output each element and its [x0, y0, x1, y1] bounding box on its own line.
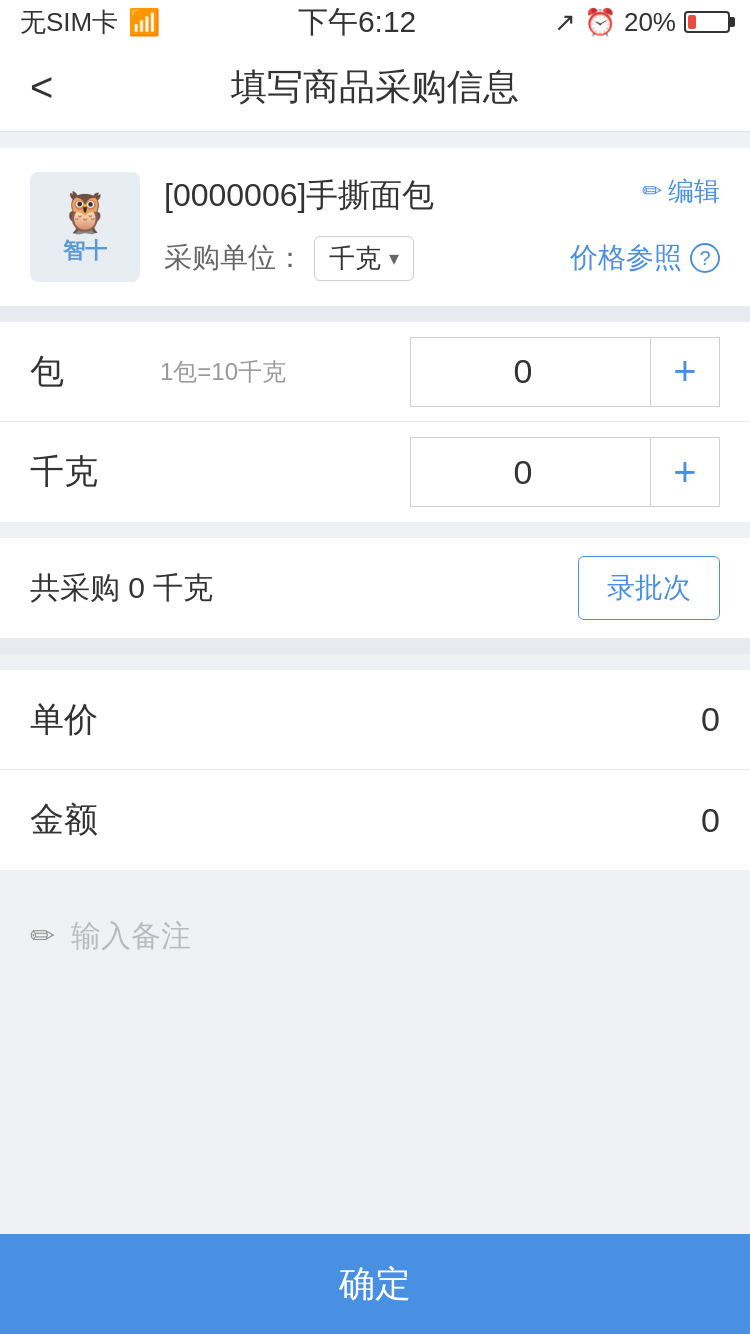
price-value: 0 [701, 700, 720, 739]
product-image: 🦉 智十 [30, 172, 140, 282]
product-image-inner: 🦉 智十 [45, 187, 125, 267]
product-card: 🦉 智十 [0000006]手撕面包 ✏ 编辑 采购单位： 千克 ▾ 价格参照 [0, 148, 750, 306]
edit-button[interactable]: ✏ 编辑 [642, 174, 720, 209]
product-info: [0000006]手撕面包 ✏ 编辑 采购单位： 千克 ▾ 价格参照 ? [164, 174, 720, 281]
price-row: 单价 0 [0, 670, 750, 770]
bag-plus-button[interactable]: + [650, 337, 720, 407]
amount-label: 金额 [30, 797, 98, 843]
unit-label-text: 采购单位： [164, 239, 304, 277]
remark-placeholder: 输入备注 [71, 916, 191, 957]
price-label: 单价 [30, 697, 98, 743]
summary-section: 共采购 0 千克 录批次 [0, 538, 750, 638]
product-unit-row: 采购单位： 千克 ▾ 价格参照 ? [164, 236, 720, 281]
product-id: [0000006] [164, 177, 306, 213]
alarm-icon: ⏰ [584, 7, 616, 38]
price-ref-button[interactable]: 价格参照 ? [570, 239, 720, 277]
divider-1 [0, 306, 750, 322]
status-right: ↗ ⏰ 20% [554, 7, 730, 38]
kg-input-control: + [410, 437, 720, 507]
info-section: 单价 0 金额 0 [0, 670, 750, 870]
confirm-button-label: 确定 [339, 1260, 411, 1309]
edit-label: 编辑 [668, 174, 720, 209]
info-icon: ? [690, 243, 720, 273]
pencil-icon: ✏ [30, 918, 55, 953]
unit-label: 采购单位： 千克 ▾ [164, 236, 414, 281]
nav-bar: < 填写商品采购信息 [0, 44, 750, 132]
bag-input-row: 包 1包=10千克 + [0, 322, 750, 422]
record-batch-button[interactable]: 录批次 [578, 556, 720, 620]
bag-quantity-input[interactable] [410, 337, 650, 407]
price-ref-label: 价格参照 [570, 239, 682, 277]
battery-indicator [684, 11, 730, 33]
kg-label: 千克 [30, 449, 150, 495]
bag-input-control: + [410, 337, 720, 407]
battery-fill [688, 15, 696, 29]
chevron-down-icon: ▾ [389, 246, 399, 270]
product-title: 手撕面包 [306, 177, 434, 213]
bag-label: 包 [30, 349, 150, 395]
input-section: 包 1包=10千克 + 千克 + [0, 322, 750, 522]
summary-row: 共采购 0 千克 录批次 [0, 538, 750, 638]
battery-percent: 20% [624, 7, 676, 38]
status-time: 下午6:12 [298, 2, 416, 43]
kg-input-row: 千克 + [0, 422, 750, 522]
location-icon: ↗ [554, 7, 576, 38]
amount-value: 0 [701, 801, 720, 840]
page-title: 填写商品采购信息 [231, 63, 519, 112]
carrier-label: 无SIM卡 [20, 5, 118, 40]
product-name: [0000006]手撕面包 [164, 174, 434, 218]
edit-icon: ✏ [642, 177, 662, 205]
product-header: [0000006]手撕面包 ✏ 编辑 [164, 174, 720, 218]
kg-plus-button[interactable]: + [650, 437, 720, 507]
bag-sub-label: 1包=10千克 [160, 356, 286, 388]
status-bar: 无SIM卡 📶 下午6:12 ↗ ⏰ 20% [0, 0, 750, 44]
status-left: 无SIM卡 📶 [20, 5, 160, 40]
owl-icon: 🦉 [60, 189, 110, 236]
wifi-icon: 📶 [128, 7, 160, 38]
confirm-footer[interactable]: 确定 [0, 1234, 750, 1334]
summary-label: 共采购 0 千克 [30, 568, 213, 609]
amount-row: 金额 0 [0, 770, 750, 870]
product-logo-text: 智十 [63, 236, 107, 266]
unit-select[interactable]: 千克 ▾ [314, 236, 414, 281]
kg-quantity-input[interactable] [410, 437, 650, 507]
remark-section[interactable]: ✏ 输入备注 [0, 886, 750, 987]
unit-value: 千克 [329, 241, 381, 276]
back-button[interactable]: < [30, 65, 53, 110]
divider-2 [0, 638, 750, 654]
